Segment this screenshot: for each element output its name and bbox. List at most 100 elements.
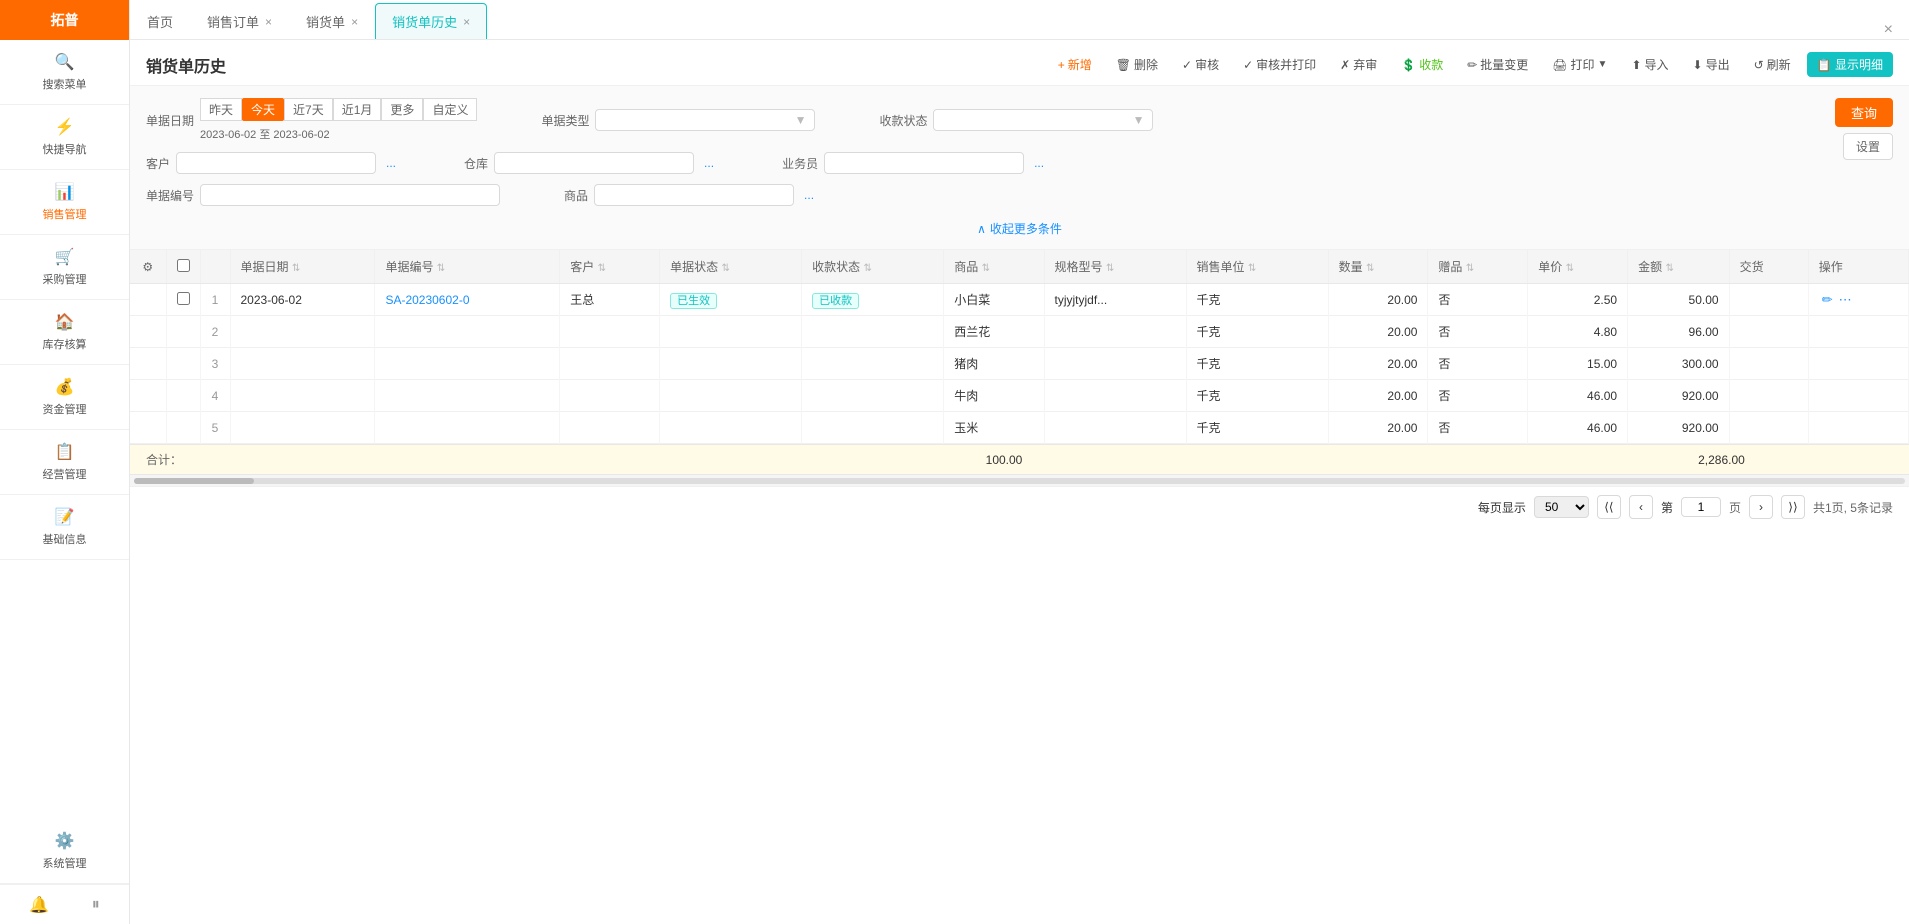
print-button[interactable]: 🖨 打印 ▼ xyxy=(1544,52,1615,77)
prev-page-btn[interactable]: ‹ xyxy=(1629,495,1653,519)
goods-filter: 商品 ... xyxy=(564,184,818,206)
col-order-status[interactable]: 单据状态 ⇅ xyxy=(660,250,802,284)
import-button[interactable]: ⬆ 导入 xyxy=(1623,52,1676,77)
cell-checkbox[interactable] xyxy=(166,412,200,444)
customer-ellipsis[interactable]: ... xyxy=(382,156,400,170)
page-size-select[interactable]: 50 100 200 xyxy=(1534,496,1589,518)
payment-status-sort-icon: ⇅ xyxy=(864,263,872,274)
set-button[interactable]: 设置 xyxy=(1843,133,1893,160)
query-button[interactable]: 查询 xyxy=(1835,98,1893,127)
col-amount[interactable]: 金额 ⇅ xyxy=(1628,250,1730,284)
col-checkbox[interactable] xyxy=(166,250,200,284)
row-checkbox[interactable] xyxy=(177,292,190,305)
sidebar-bottom-icon2[interactable]: ⏸ xyxy=(92,896,100,914)
col-spec[interactable]: 规格型号 ⇅ xyxy=(1044,250,1186,284)
select-all-checkbox[interactable] xyxy=(177,259,190,272)
tab-sales-goods[interactable]: 销货单 × xyxy=(289,3,375,39)
cell-checkbox[interactable] xyxy=(166,380,200,412)
col-qty[interactable]: 数量 ⇅ xyxy=(1328,250,1428,284)
col-payment-status[interactable]: 收款状态 ⇅ xyxy=(802,250,944,284)
col-settings[interactable]: ⚙ xyxy=(130,250,166,284)
display-button[interactable]: 📋 显示明细 xyxy=(1807,52,1893,77)
cell-checkbox[interactable] xyxy=(166,348,200,380)
tab-sales-order-close[interactable]: × xyxy=(265,15,272,29)
delete-button[interactable]: 🗑 删除 xyxy=(1108,52,1166,77)
order-type-select[interactable]: ▼ xyxy=(595,109,815,131)
tab-home[interactable]: 首页 xyxy=(130,3,190,39)
tab-sales-history[interactable]: 销货单历史 × xyxy=(375,3,487,39)
batch-change-button[interactable]: ✏ 批量变更 xyxy=(1459,52,1536,77)
cell-settings xyxy=(130,284,166,316)
salesperson-ellipsis[interactable]: ... xyxy=(1030,156,1048,170)
cell-unit-price: 2.50 xyxy=(1528,284,1628,316)
cell-checkbox[interactable] xyxy=(166,316,200,348)
col-unit[interactable]: 销售单位 ⇅ xyxy=(1186,250,1328,284)
date-yesterday[interactable]: 昨天 xyxy=(200,98,242,121)
export-button[interactable]: ⬇ 导出 xyxy=(1685,52,1738,77)
date-today[interactable]: 今天 xyxy=(242,98,284,121)
print-dropdown-icon: ▼ xyxy=(1598,59,1608,70)
date-more[interactable]: 更多 xyxy=(381,98,423,121)
goods-ellipsis[interactable]: ... xyxy=(800,188,818,202)
col-goods[interactable]: 商品 ⇅ xyxy=(944,250,1044,284)
col-unit-price[interactable]: 单价 ⇅ xyxy=(1528,250,1628,284)
next-page-btn[interactable]: › xyxy=(1749,495,1773,519)
add-button[interactable]: + 新增 xyxy=(1050,52,1100,77)
collect-button[interactable]: 💲 收款 xyxy=(1393,52,1451,77)
cell-order-no[interactable] xyxy=(375,412,560,444)
more-action[interactable]: ⋯ xyxy=(1836,292,1855,307)
abandon-button[interactable]: ✗ 弃审 xyxy=(1332,52,1385,77)
cell-order-no[interactable] xyxy=(375,380,560,412)
payment-status-select[interactable]: ▼ xyxy=(933,109,1153,131)
col-gift[interactable]: 赠品 ⇅ xyxy=(1428,250,1528,284)
sidebar-item-finance-mgmt[interactable]: 💰 资金管理 xyxy=(0,365,129,430)
sidebar-item-inventory[interactable]: 🏠 库存核算 xyxy=(0,300,129,365)
col-order-no[interactable]: 单据编号 ⇅ xyxy=(375,250,560,284)
tab-sales-goods-close[interactable]: × xyxy=(351,15,358,29)
audit-button[interactable]: ✓ 审核 xyxy=(1174,52,1227,77)
edit-action[interactable]: ✏ xyxy=(1819,292,1836,307)
collapse-button[interactable]: ∧ 收起更多条件 xyxy=(146,220,1893,237)
col-customer[interactable]: 客户 ⇅ xyxy=(560,250,660,284)
tab-sales-history-close[interactable]: × xyxy=(463,15,470,29)
sidebar-item-search-menu[interactable]: 🔍 搜索菜单 xyxy=(0,40,129,105)
cell-checkbox[interactable] xyxy=(166,284,200,316)
horizontal-scrollbar[interactable] xyxy=(130,474,1909,486)
refresh-button[interactable]: ↺ 刷新 xyxy=(1746,52,1799,77)
customer-input[interactable] xyxy=(176,152,376,174)
goods-input[interactable] xyxy=(594,184,794,206)
cell-order-no[interactable] xyxy=(375,348,560,380)
salesperson-input[interactable] xyxy=(824,152,1024,174)
sidebar-item-sales-mgmt[interactable]: 📊 销售管理 xyxy=(0,170,129,235)
table-row: 5 玉米 千克 20.00 否 46.00 920.00 xyxy=(130,412,1909,444)
warehouse-input[interactable] xyxy=(494,152,694,174)
payment-status-badge: 已收款 xyxy=(812,293,859,309)
cell-spec xyxy=(1044,380,1186,412)
tab-sales-order[interactable]: 销售订单 × xyxy=(190,3,289,39)
date-custom[interactable]: 自定义 xyxy=(423,98,477,121)
scrollbar-thumb[interactable] xyxy=(134,478,254,484)
col-date[interactable]: 单据日期 ⇅ xyxy=(230,250,375,284)
sidebar-item-operations[interactable]: 📋 经营管理 xyxy=(0,430,129,495)
cell-order-no[interactable]: SA-20230602-0 xyxy=(375,284,560,316)
cell-payment-status xyxy=(802,348,944,380)
order-no-link[interactable]: SA-20230602-0 xyxy=(385,293,469,307)
sidebar-item-quick-nav[interactable]: ⚡ 快捷导航 xyxy=(0,105,129,170)
search-icon: 🔍 xyxy=(55,52,75,72)
first-page-btn[interactable]: ⟨⟨ xyxy=(1597,495,1621,519)
sidebar-item-basic-info[interactable]: 📝 基础信息 xyxy=(0,495,129,560)
date-7days[interactable]: 近7天 xyxy=(284,98,333,121)
page-number-input[interactable] xyxy=(1681,497,1721,517)
sidebar-item-system-mgmt[interactable]: ⚙️ 系统管理 xyxy=(0,819,129,884)
sidebar-bottom-icon1[interactable]: 🔔 xyxy=(29,895,49,915)
date-1month[interactable]: 近1月 xyxy=(333,98,382,121)
cell-trade xyxy=(1729,348,1808,380)
cell-unit: 千克 xyxy=(1186,348,1328,380)
window-close-btn[interactable]: × xyxy=(1876,21,1901,39)
sidebar-item-purchase-mgmt[interactable]: 🛒 采购管理 xyxy=(0,235,129,300)
warehouse-ellipsis[interactable]: ... xyxy=(700,156,718,170)
last-page-btn[interactable]: ⟩⟩ xyxy=(1781,495,1805,519)
cell-order-no[interactable] xyxy=(375,316,560,348)
order-number-input[interactable] xyxy=(200,184,500,206)
audit-print-button[interactable]: ✓ 审核并打印 xyxy=(1235,52,1324,77)
